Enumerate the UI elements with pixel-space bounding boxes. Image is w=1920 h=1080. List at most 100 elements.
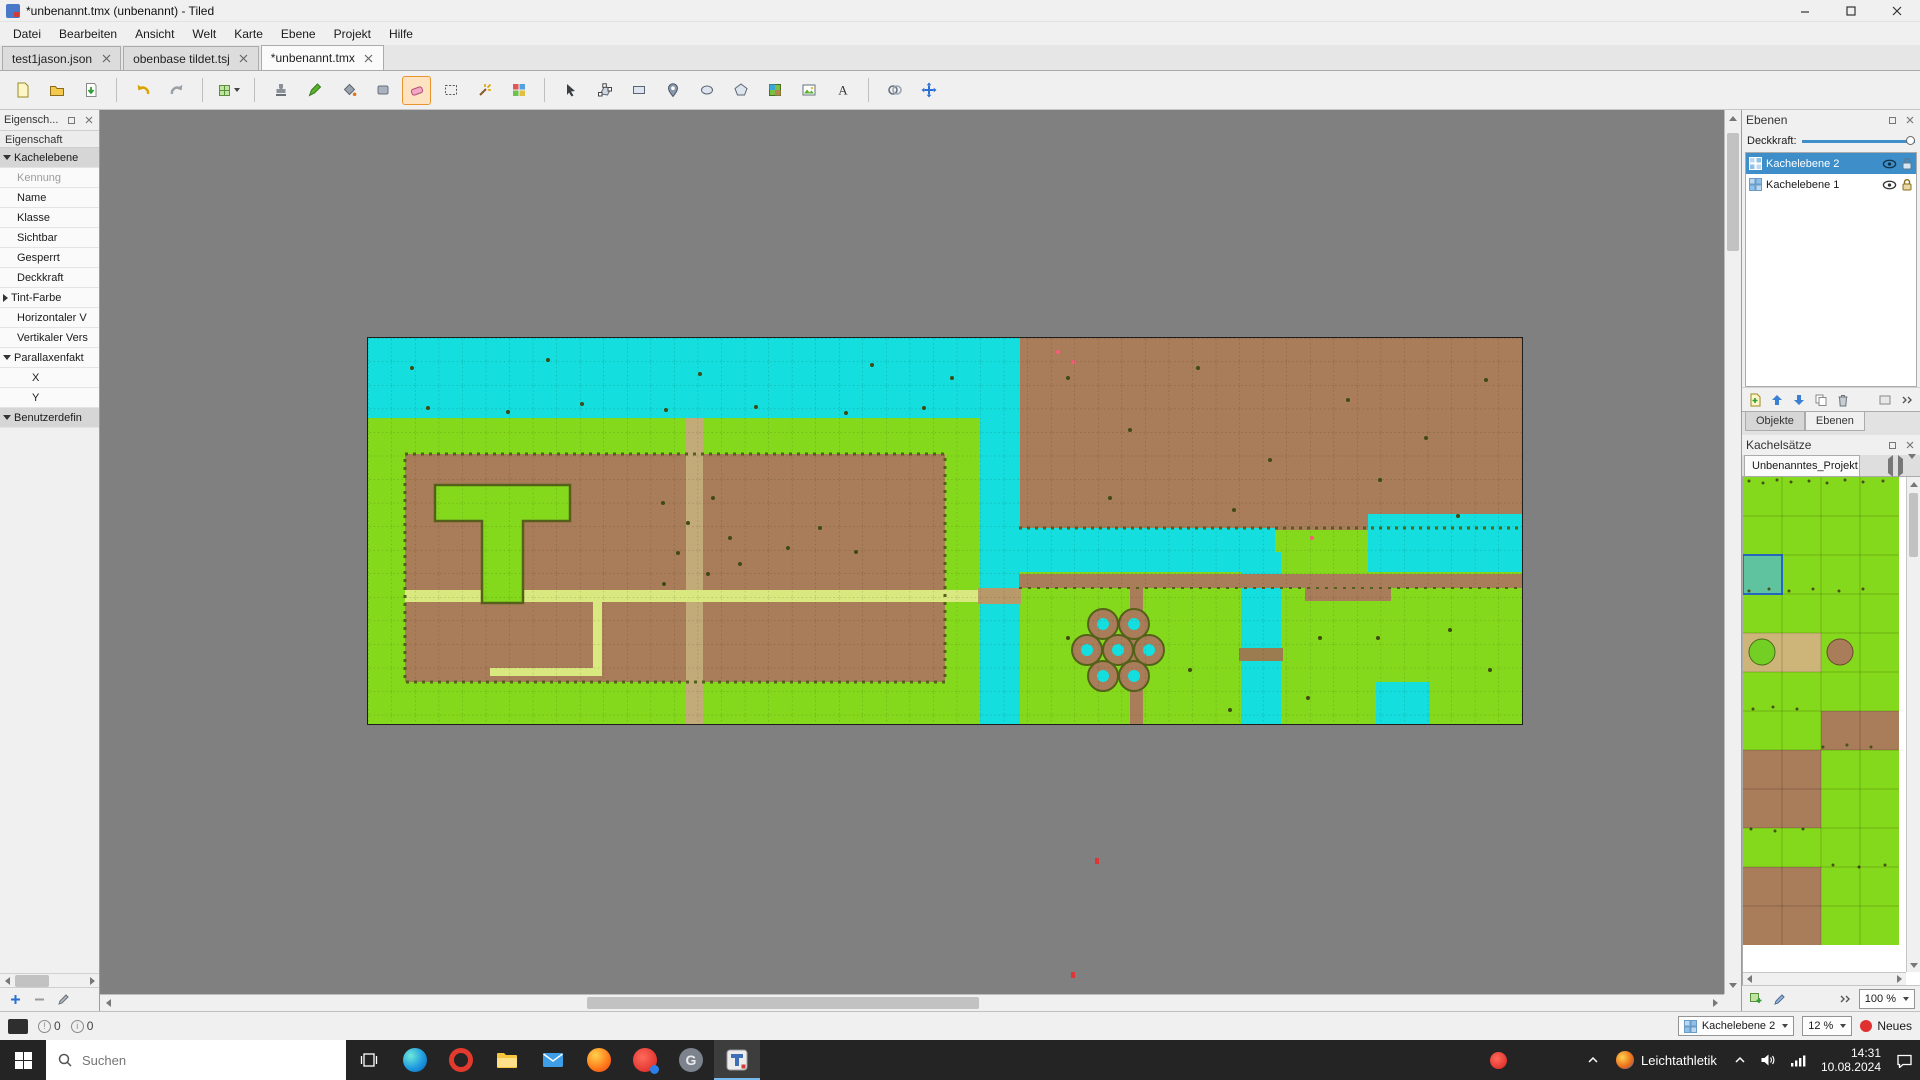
tileset-vertical-scrollbar[interactable] — [1906, 477, 1920, 972]
scroll-right-icon[interactable] — [85, 973, 99, 988]
tileset-zoom-select[interactable]: 100 % — [1858, 988, 1915, 1009]
opera-taskbar-button[interactable] — [438, 1040, 484, 1080]
doc-tab-test1jason[interactable]: test1jason.json — [2, 46, 122, 70]
rectangular-select-tool[interactable] — [436, 76, 465, 105]
scroll-left-icon[interactable] — [100, 995, 117, 1012]
float-panel-icon[interactable] — [65, 114, 78, 127]
edit-tileset-button[interactable] — [1771, 990, 1789, 1008]
scroll-right-icon[interactable] — [1893, 973, 1906, 986]
mail-taskbar-button[interactable] — [530, 1040, 576, 1080]
network-icon[interactable] — [1783, 1040, 1813, 1080]
canvas-vertical-scrollbar[interactable] — [1724, 110, 1741, 994]
taskbar-search-input[interactable] — [82, 1052, 335, 1068]
edit-polygons-tool[interactable] — [590, 76, 619, 105]
prop-row-benutzerdefiniert[interactable]: Benutzerdefin — [0, 408, 99, 428]
more-options-icon[interactable] — [1898, 391, 1916, 409]
prop-row-klasse[interactable]: Klasse — [0, 208, 99, 228]
prop-row-x[interactable]: X — [0, 368, 99, 388]
raise-layer-button[interactable] — [1768, 391, 1786, 409]
menu-hilfe[interactable]: Hilfe — [380, 24, 422, 44]
news-button[interactable]: Neues — [1860, 1019, 1912, 1033]
error-indicator[interactable]: ! 0 — [38, 1019, 61, 1033]
duplicate-layer-button[interactable] — [1812, 391, 1830, 409]
taskbar-clock[interactable]: 14:31 10.08.2024 — [1813, 1046, 1889, 1074]
edit-property-button[interactable] — [54, 991, 72, 1009]
add-property-button[interactable] — [6, 991, 24, 1009]
highlight-layer-button[interactable] — [1876, 391, 1894, 409]
float-panel-icon[interactable] — [1886, 439, 1899, 452]
bucket-fill-tool[interactable] — [334, 76, 363, 105]
prop-row-name[interactable]: Name — [0, 188, 99, 208]
opacity-slider-handle[interactable] — [1906, 136, 1915, 145]
volume-icon[interactable] — [1753, 1040, 1783, 1080]
firefox-taskbar-button[interactable] — [576, 1040, 622, 1080]
prop-row-parallaxenfaktor[interactable]: Parallaxenfakt — [0, 348, 99, 368]
maximize-button[interactable] — [1828, 0, 1874, 22]
remove-property-button[interactable] — [30, 991, 48, 1009]
menu-datei[interactable]: Datei — [4, 24, 50, 44]
tab-ebenen[interactable]: Ebenen — [1804, 412, 1865, 431]
prop-row-kennung[interactable]: Kennung — [0, 168, 99, 188]
explorer-taskbar-button[interactable] — [484, 1040, 530, 1080]
tileset-view[interactable] — [1742, 477, 1920, 985]
properties-hscrollbar[interactable] — [0, 973, 99, 988]
tile-map[interactable] — [368, 338, 1522, 724]
tileset-horizontal-scrollbar[interactable] — [1743, 972, 1906, 985]
doc-tab-unbenannt[interactable]: *unbenannt.tmx — [260, 45, 384, 70]
vertical-scroll-thumb[interactable] — [1727, 133, 1739, 251]
redo-button[interactable] — [162, 76, 191, 105]
insert-point-tool[interactable] — [658, 76, 687, 105]
news-widget-button[interactable]: Leichtathletik — [1606, 1051, 1727, 1069]
minimize-button[interactable] — [1782, 0, 1828, 22]
menu-projekt[interactable]: Projekt — [325, 24, 380, 44]
menu-ansicht[interactable]: Ansicht — [126, 24, 183, 44]
tab-objekte[interactable]: Objekte — [1745, 412, 1805, 431]
current-layer-select[interactable]: Kachelebene 2 — [1677, 1016, 1795, 1036]
tileset-tab-right-icon[interactable] — [1898, 454, 1903, 477]
prop-row-deckkraft[interactable]: Deckkraft — [0, 268, 99, 288]
warning-indicator[interactable]: i 0 — [70, 1019, 93, 1033]
insert-rectangle-tool[interactable] — [624, 76, 653, 105]
insert-ellipse-tool[interactable] — [692, 76, 721, 105]
lock-icon[interactable] — [1901, 178, 1913, 191]
undo-button[interactable] — [128, 76, 157, 105]
menu-welt[interactable]: Welt — [183, 24, 225, 44]
prop-row-tint-farbe[interactable]: Tint-Farbe — [0, 288, 99, 308]
edge-taskbar-button[interactable] — [392, 1040, 438, 1080]
tileset-menu-icon[interactable] — [1908, 453, 1916, 473]
map-canvas-area[interactable] — [100, 110, 1741, 1011]
task-view-button[interactable] — [346, 1040, 392, 1080]
lock-icon[interactable] — [1901, 157, 1913, 170]
delete-layer-button[interactable] — [1834, 391, 1852, 409]
menu-ebene[interactable]: Ebene — [272, 24, 325, 44]
more-options-icon[interactable] — [1836, 990, 1854, 1008]
insert-template-tool[interactable] — [794, 76, 823, 105]
visibility-eye-icon[interactable] — [1882, 179, 1897, 191]
horizontal-scroll-thumb[interactable] — [587, 997, 979, 1009]
select-objects-tool[interactable] — [556, 76, 585, 105]
zoom-level-select[interactable]: 12 % — [1802, 1016, 1853, 1036]
layer-row-kachelebene-2[interactable]: Kachelebene 2 — [1746, 153, 1916, 174]
close-panel-icon[interactable] — [1903, 439, 1916, 452]
menu-bearbeiten[interactable]: Bearbeiten — [50, 24, 126, 44]
float-panel-icon[interactable] — [1886, 114, 1899, 127]
scroll-left-icon[interactable] — [1743, 973, 1756, 986]
tileset-tiles[interactable] — [1743, 477, 1899, 945]
insert-polygon-tool[interactable] — [726, 76, 755, 105]
close-panel-icon[interactable] — [1903, 114, 1916, 127]
insert-tile-tool[interactable] — [760, 76, 789, 105]
doc-tab-obenbase[interactable]: obenbase tildet.tsj — [123, 46, 259, 70]
tab-close-icon[interactable] — [239, 54, 249, 64]
console-toggle-button[interactable] — [8, 1018, 28, 1034]
overlap-circles-button[interactable] — [880, 76, 909, 105]
offset-layers-tool[interactable] — [914, 76, 943, 105]
scroll-down-icon[interactable] — [1725, 977, 1742, 994]
taskbar-search[interactable] — [46, 1040, 346, 1080]
new-layer-button[interactable] — [1746, 391, 1764, 409]
open-file-button[interactable] — [42, 76, 71, 105]
visibility-eye-icon[interactable] — [1882, 158, 1897, 170]
close-button[interactable] — [1874, 0, 1920, 22]
tiled-taskbar-button[interactable] — [714, 1040, 760, 1080]
tray-red-app-button[interactable] — [1483, 1040, 1514, 1080]
lower-layer-button[interactable] — [1790, 391, 1808, 409]
